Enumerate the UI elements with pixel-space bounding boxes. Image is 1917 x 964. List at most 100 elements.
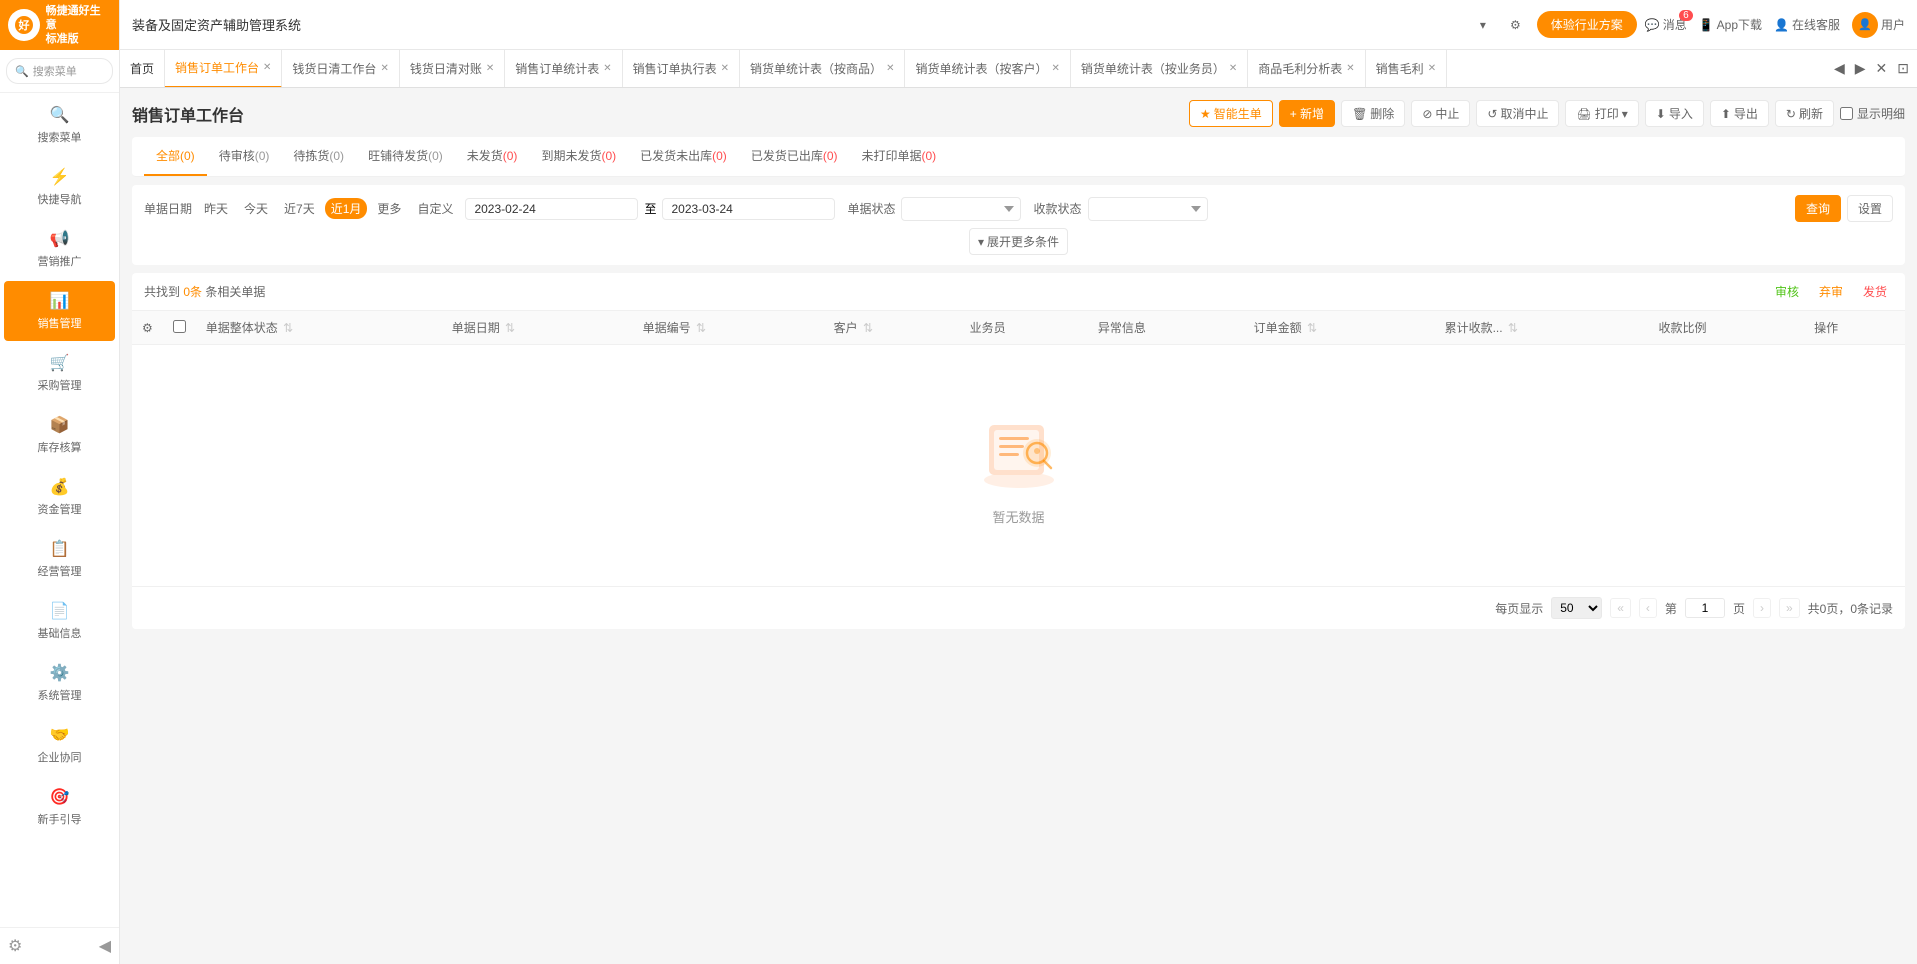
ship-button[interactable]: 发货 bbox=[1857, 281, 1893, 302]
sidebar-settings-button[interactable]: ⚙ bbox=[8, 936, 22, 956]
tab-close-sales-exec[interactable]: ✕ bbox=[721, 63, 729, 74]
tab-sales-stat[interactable]: 销售订单统计表✕ bbox=[505, 50, 622, 88]
filter-tab-label-pending-review: 待审核 bbox=[219, 149, 255, 163]
date-to-input[interactable] bbox=[662, 198, 835, 220]
filter-tab-wangpu-pending[interactable]: 旺铺待发货(0) bbox=[356, 137, 455, 176]
sidebar-item-purchase[interactable]: 🛒采购管理 bbox=[4, 343, 115, 403]
tab-sales-stat-staff[interactable]: 销货单统计表（按业务员）✕ bbox=[1071, 50, 1248, 88]
tab-prev-button[interactable]: ◀ bbox=[1830, 58, 1849, 79]
tab-sales-stat-customer[interactable]: 销货单统计表（按客户）✕ bbox=[905, 50, 1070, 88]
user-button[interactable]: 👤 用户 bbox=[1852, 12, 1905, 38]
new-button[interactable]: + 新增 bbox=[1279, 100, 1335, 127]
prev-page-button[interactable]: ‹ bbox=[1639, 598, 1657, 618]
tab-close-sales-workbench[interactable]: ✕ bbox=[263, 62, 271, 73]
tab-next-button[interactable]: ▶ bbox=[1851, 58, 1870, 79]
sidebar-item-inventory[interactable]: 📦库存核算 bbox=[4, 405, 115, 465]
print-button[interactable]: 🖨 打印 ▾ bbox=[1565, 100, 1638, 127]
tab-close-sales-stat-product[interactable]: ✕ bbox=[886, 63, 894, 74]
tab-sales-workbench[interactable]: 销售订单工作台✕ bbox=[165, 50, 282, 88]
payment-select[interactable] bbox=[1088, 197, 1208, 221]
sidebar-item-guide[interactable]: 🎯新手引导 bbox=[4, 777, 115, 837]
sidebar-item-sales[interactable]: 📊销售管理 bbox=[4, 281, 115, 341]
next-page-button[interactable]: › bbox=[1753, 598, 1771, 618]
export-button[interactable]: ⬆ 导出 bbox=[1710, 100, 1769, 127]
tab-close-sales-stat[interactable]: ✕ bbox=[603, 63, 611, 74]
sidebar-item-search[interactable]: 🔍搜索菜单 bbox=[4, 95, 115, 155]
tab-close-sales-he[interactable]: ✕ bbox=[1428, 63, 1436, 74]
empty-text: 暂无数据 bbox=[992, 507, 1044, 526]
show-detail-checkbox[interactable] bbox=[1840, 107, 1853, 120]
search-icon: 🔍 bbox=[15, 65, 29, 78]
online-service-button[interactable]: 👤 在线客服 bbox=[1774, 16, 1840, 33]
date-yesterday-btn[interactable]: 昨天 bbox=[198, 198, 234, 219]
cancel-audit-button[interactable]: 弃审 bbox=[1813, 281, 1849, 302]
tab-close-sales-stat-staff[interactable]: ✕ bbox=[1229, 63, 1237, 74]
tab-close-cash-reconcile[interactable]: ✕ bbox=[486, 63, 494, 74]
settings-search-button[interactable]: 设置 bbox=[1847, 195, 1893, 222]
sidebar-item-operations[interactable]: 📋经营管理 bbox=[4, 529, 115, 589]
sidebar-item-basic[interactable]: 📄基础信息 bbox=[4, 591, 115, 651]
sidebar-item-system[interactable]: ⚙️系统管理 bbox=[4, 653, 115, 713]
tab-sales-exec[interactable]: 销售订单执行表✕ bbox=[623, 50, 740, 88]
filter-tab-expired-not-shipped[interactable]: 到期未发货(0) bbox=[529, 137, 628, 176]
filter-tab-label-all: 全部 bbox=[156, 149, 180, 163]
date-today-btn[interactable]: 今天 bbox=[238, 198, 274, 219]
filter-tab-pending-review[interactable]: 待审核(0) bbox=[207, 137, 282, 176]
date-from-input[interactable] bbox=[465, 198, 638, 220]
tab-close-cash-daily[interactable]: ✕ bbox=[380, 63, 388, 74]
filter-tab-count-shipped-out: (0) bbox=[823, 149, 838, 163]
delete-button[interactable]: 🗑 删除 bbox=[1341, 100, 1405, 127]
select-all-checkbox[interactable] bbox=[173, 320, 186, 333]
smart-generate-button[interactable]: ★ 智能生单 bbox=[1189, 100, 1273, 127]
tab-close-sales-stat-customer[interactable]: ✕ bbox=[1051, 63, 1059, 74]
tab-close-gross-margin[interactable]: ✕ bbox=[1346, 63, 1354, 74]
import-button[interactable]: ⬇ 导入 bbox=[1645, 100, 1704, 127]
tab-close-all-button[interactable]: ✕ bbox=[1872, 58, 1892, 79]
cancel-stop-button[interactable]: ↺ 取消中止 bbox=[1476, 100, 1559, 127]
dropdown-arrow-button[interactable]: ▾ bbox=[1472, 14, 1494, 36]
filter-tab-not-shipped[interactable]: 未发货(0) bbox=[455, 137, 530, 176]
refresh-icon: ↻ bbox=[1786, 107, 1796, 121]
solution-button[interactable]: 体验行业方案 bbox=[1537, 11, 1637, 38]
per-page-select[interactable]: 50 100 200 bbox=[1551, 597, 1602, 619]
sidebar-item-quick-nav[interactable]: ⚡快捷导航 bbox=[4, 157, 115, 217]
settings-header-button[interactable]: ⚙ bbox=[1502, 14, 1529, 36]
status-select[interactable] bbox=[901, 197, 1021, 221]
date-1month-btn[interactable]: 近1月 bbox=[325, 198, 368, 219]
tab-gross-margin[interactable]: 商品毛利分析表✕ bbox=[1248, 50, 1365, 88]
last-page-button[interactable]: » bbox=[1779, 598, 1800, 618]
date-more-btn[interactable]: 更多 bbox=[371, 198, 407, 219]
sidebar-item-finance[interactable]: 💰资金管理 bbox=[4, 467, 115, 527]
sales-icon: 📊 bbox=[50, 291, 70, 311]
refresh-button[interactable]: ↻ 刷新 bbox=[1775, 100, 1834, 127]
tab-home[interactable]: 首页 bbox=[120, 50, 165, 88]
filter-tab-shipped-not-out[interactable]: 已发货未出库(0) bbox=[628, 137, 739, 176]
filter-tab-not-printed[interactable]: 未打印单据(0) bbox=[850, 137, 949, 176]
filter-tab-shipped-out[interactable]: 已发货已出库(0) bbox=[739, 137, 850, 176]
messages-button[interactable]: 💬 消息 6 bbox=[1645, 16, 1687, 33]
system-label: 系统管理 bbox=[38, 687, 82, 703]
first-page-button[interactable]: « bbox=[1610, 598, 1631, 618]
tab-cash-daily[interactable]: 钱货日清工作台✕ bbox=[282, 50, 399, 88]
tab-cash-reconcile[interactable]: 钱货日清对账✕ bbox=[400, 50, 505, 88]
page-input[interactable] bbox=[1685, 598, 1725, 618]
query-button[interactable]: 查询 bbox=[1795, 195, 1841, 222]
date-7days-btn[interactable]: 近7天 bbox=[278, 198, 321, 219]
sidebar-item-marketing[interactable]: 📢营销推广 bbox=[4, 219, 115, 279]
show-detail-checkbox-label[interactable]: 显示明细 bbox=[1840, 105, 1905, 122]
filter-tab-count-expired-not-shipped: (0) bbox=[601, 149, 616, 163]
tab-sales-stat-product[interactable]: 销货单统计表（按商品）✕ bbox=[740, 50, 905, 88]
app-download-button[interactable]: 📱 App下载 bbox=[1699, 16, 1762, 33]
date-custom-btn[interactable]: 自定义 bbox=[411, 198, 459, 219]
stop-button[interactable]: ⊘ 中止 bbox=[1411, 100, 1470, 127]
audit-button[interactable]: 审核 bbox=[1769, 281, 1805, 302]
col-number-label: 单据编号 bbox=[643, 321, 691, 335]
tab-sales-he[interactable]: 销售毛利✕ bbox=[1366, 50, 1447, 88]
filter-tab-all[interactable]: 全部(0) bbox=[144, 137, 207, 176]
search-menu-button[interactable]: 🔍 搜索菜单 bbox=[6, 58, 113, 84]
tab-maximize-button[interactable]: ⊡ bbox=[1893, 58, 1913, 79]
sidebar-item-enterprise[interactable]: 🤝企业协同 bbox=[4, 715, 115, 775]
sidebar-collapse-button[interactable]: ◀ bbox=[99, 936, 111, 956]
filter-tab-pending-inspect[interactable]: 待拣货(0) bbox=[281, 137, 356, 176]
expand-conditions-button[interactable]: ▾ 展开更多条件 bbox=[969, 228, 1068, 255]
